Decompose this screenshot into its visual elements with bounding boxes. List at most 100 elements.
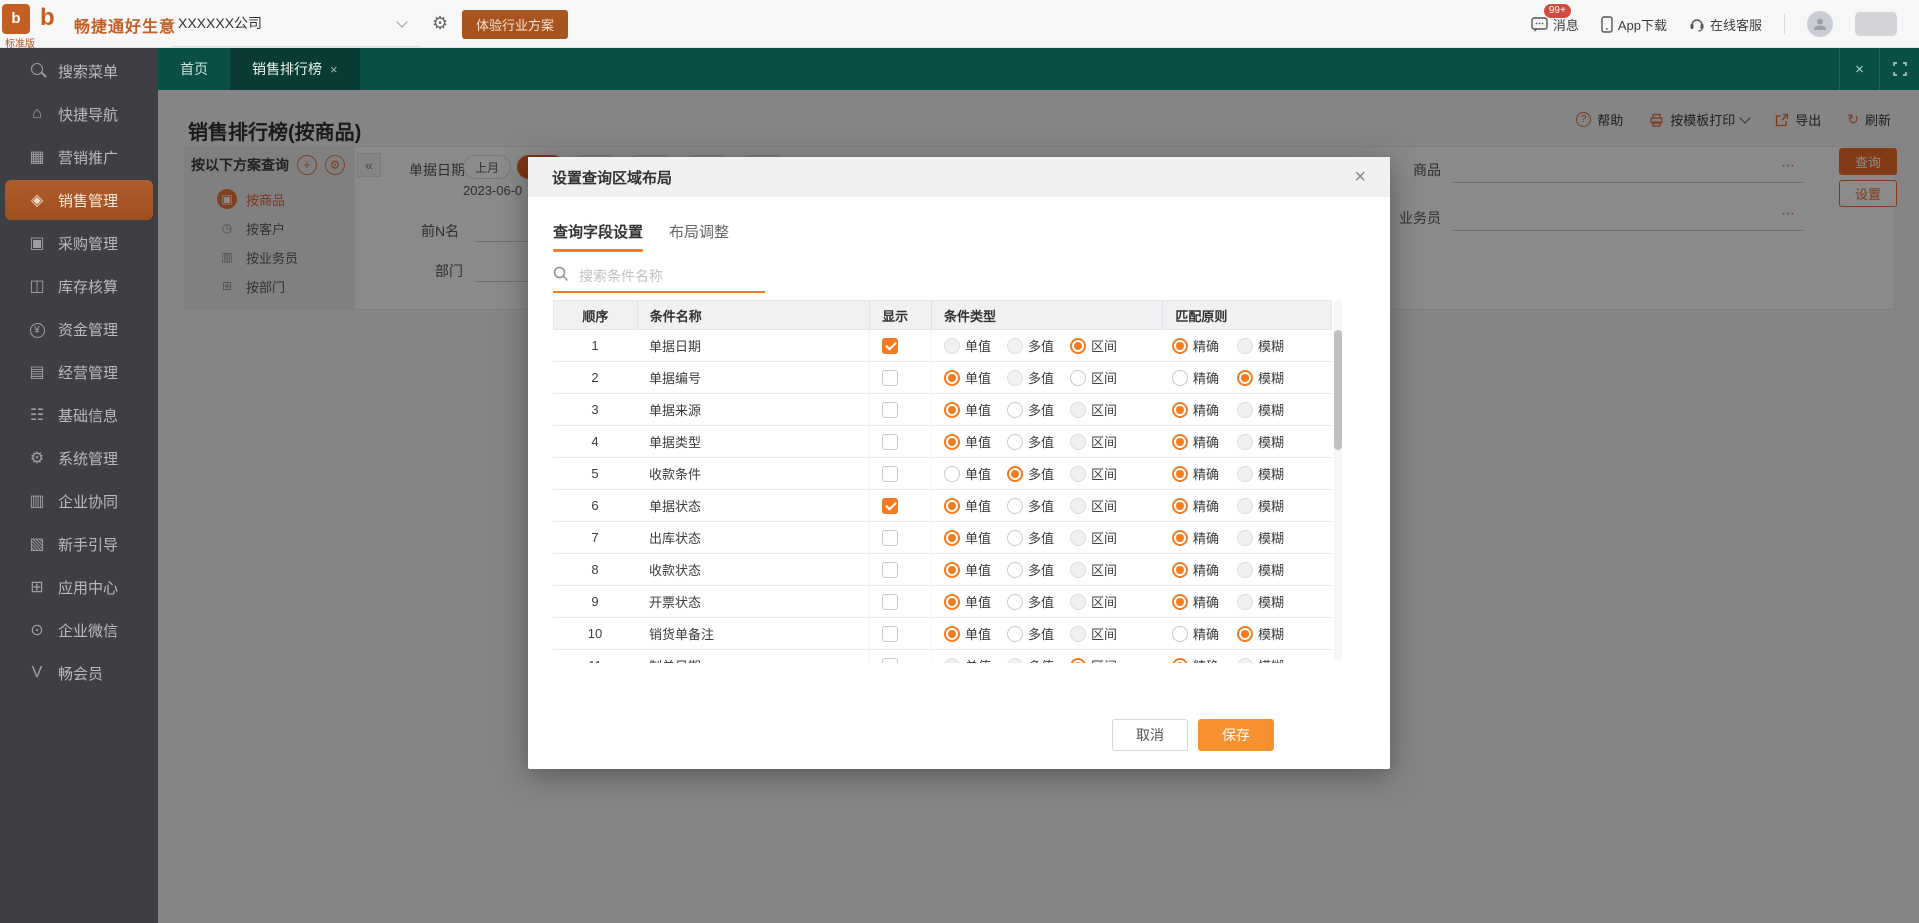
radio-icon[interactable]	[1007, 401, 1024, 418]
radio-icon[interactable]	[944, 433, 960, 450]
radio-icon[interactable]	[1007, 337, 1024, 354]
sidebar-item-guide[interactable]: ▧ 新手引导	[5, 524, 153, 564]
radio-icon[interactable]	[944, 561, 960, 578]
cancel-button[interactable]: 取消	[1112, 719, 1188, 751]
radio-icon[interactable]	[1070, 369, 1087, 386]
radio-icon[interactable]	[944, 369, 960, 386]
radio-icon[interactable]	[1172, 465, 1188, 482]
sidebar-item-operation[interactable]: ▤ 经营管理	[5, 352, 153, 392]
radio-icon[interactable]	[1237, 369, 1254, 386]
radio-option[interactable]: 单值	[944, 432, 991, 451]
radio-option[interactable]: 模糊	[1237, 656, 1284, 663]
radio-icon[interactable]	[1237, 401, 1254, 418]
radio-icon[interactable]	[944, 401, 960, 418]
radio-icon[interactable]	[1007, 561, 1024, 578]
radio-icon[interactable]	[1172, 497, 1188, 514]
radio-option[interactable]: 模糊	[1237, 496, 1284, 515]
radio-icon[interactable]	[1172, 529, 1188, 546]
online-service-button[interactable]: 在线客服	[1689, 15, 1762, 34]
radio-icon[interactable]	[1172, 657, 1188, 663]
show-checkbox[interactable]	[882, 433, 898, 450]
show-checkbox[interactable]	[882, 401, 898, 418]
sidebar-item-marketing[interactable]: ▦ 营销推广	[5, 137, 153, 177]
radio-option[interactable]: 精确	[1172, 464, 1219, 483]
radio-option[interactable]: 单值	[944, 496, 991, 515]
show-checkbox[interactable]	[882, 497, 898, 514]
radio-icon[interactable]	[1172, 337, 1188, 354]
show-checkbox[interactable]	[882, 337, 898, 354]
radio-option[interactable]: 区间	[1070, 464, 1117, 483]
radio-icon[interactable]	[1070, 529, 1087, 546]
show-checkbox[interactable]	[882, 593, 898, 610]
scrollbar-thumb[interactable]	[1334, 330, 1342, 450]
trial-plan-button[interactable]: 体验行业方案	[462, 10, 569, 39]
radio-option[interactable]: 精确	[1172, 656, 1219, 663]
radio-option[interactable]: 单值	[944, 592, 991, 611]
radio-option[interactable]: 区间	[1070, 400, 1117, 419]
radio-icon[interactable]	[1070, 433, 1087, 450]
radio-option[interactable]: 精确	[1172, 528, 1219, 547]
show-checkbox[interactable]	[882, 529, 898, 546]
radio-option[interactable]: 多值	[1007, 560, 1054, 579]
sidebar-item-appcenter[interactable]: ⊞ 应用中心	[5, 567, 153, 607]
radio-icon[interactable]	[1237, 625, 1254, 642]
sidebar-item-system[interactable]: ⚙ 系统管理	[5, 438, 153, 478]
radio-option[interactable]: 模糊	[1237, 368, 1284, 387]
radio-icon[interactable]	[1007, 593, 1024, 610]
radio-option[interactable]: 精确	[1172, 624, 1219, 643]
sidebar-item-member[interactable]: V 畅会员	[5, 653, 153, 693]
tab-layout-adjust[interactable]: 布局调整	[669, 221, 729, 252]
messages-button[interactable]: 99+ 消息	[1531, 2, 1579, 34]
radio-icon[interactable]	[1237, 465, 1254, 482]
radio-icon[interactable]	[944, 657, 960, 663]
radio-icon[interactable]	[1172, 561, 1188, 578]
radio-icon[interactable]	[944, 529, 960, 546]
radio-option[interactable]: 单值	[944, 336, 991, 355]
tab-home[interactable]: 首页	[158, 48, 230, 90]
radio-option[interactable]: 区间	[1070, 528, 1117, 547]
radio-icon[interactable]	[1070, 465, 1087, 482]
radio-icon[interactable]	[1237, 593, 1254, 610]
radio-option[interactable]: 精确	[1172, 560, 1219, 579]
show-checkbox[interactable]	[882, 561, 898, 578]
radio-icon[interactable]	[1007, 433, 1024, 450]
sidebar-item-collab[interactable]: ▥ 企业协同	[5, 481, 153, 521]
company-select[interactable]: XXXXXX公司	[172, 0, 420, 47]
radio-option[interactable]: 模糊	[1237, 464, 1284, 483]
condition-search[interactable]	[553, 261, 765, 293]
radio-option[interactable]: 单值	[944, 656, 991, 663]
radio-icon[interactable]	[944, 337, 960, 354]
radio-icon[interactable]	[944, 625, 960, 642]
radio-icon[interactable]	[1070, 337, 1087, 354]
sidebar-item-inventory[interactable]: ◫ 库存核算	[5, 266, 153, 306]
radio-icon[interactable]	[1070, 593, 1087, 610]
radio-option[interactable]: 多值	[1007, 368, 1054, 387]
radio-option[interactable]: 单值	[944, 624, 991, 643]
fullscreen-icon[interactable]	[1879, 48, 1919, 90]
radio-option[interactable]: 区间	[1070, 496, 1117, 515]
radio-icon[interactable]	[1237, 657, 1254, 663]
condition-search-input[interactable]	[577, 267, 747, 285]
radio-option[interactable]: 区间	[1070, 432, 1117, 451]
radio-option[interactable]: 多值	[1007, 528, 1054, 547]
radio-option[interactable]: 精确	[1172, 336, 1219, 355]
radio-icon[interactable]	[1007, 497, 1024, 514]
radio-option[interactable]: 多值	[1007, 496, 1054, 515]
radio-icon[interactable]	[1070, 497, 1087, 514]
radio-option[interactable]: 区间	[1070, 624, 1117, 643]
radio-icon[interactable]	[1237, 433, 1254, 450]
user-avatar[interactable]	[1807, 11, 1833, 37]
radio-option[interactable]: 模糊	[1237, 432, 1284, 451]
radio-option[interactable]: 单值	[944, 528, 991, 547]
sidebar-item-search[interactable]: 搜索菜单	[5, 51, 153, 91]
gear-icon[interactable]: ⚙	[432, 13, 448, 34]
radio-icon[interactable]	[944, 497, 960, 514]
radio-icon[interactable]	[1007, 529, 1024, 546]
radio-option[interactable]: 多值	[1007, 432, 1054, 451]
radio-icon[interactable]	[1070, 657, 1087, 663]
radio-icon[interactable]	[1007, 465, 1024, 482]
table-scrollbar[interactable]	[1334, 300, 1342, 660]
radio-option[interactable]: 单值	[944, 464, 991, 483]
close-all-tabs-icon[interactable]: ×	[1839, 48, 1879, 90]
radio-icon[interactable]	[1172, 433, 1188, 450]
